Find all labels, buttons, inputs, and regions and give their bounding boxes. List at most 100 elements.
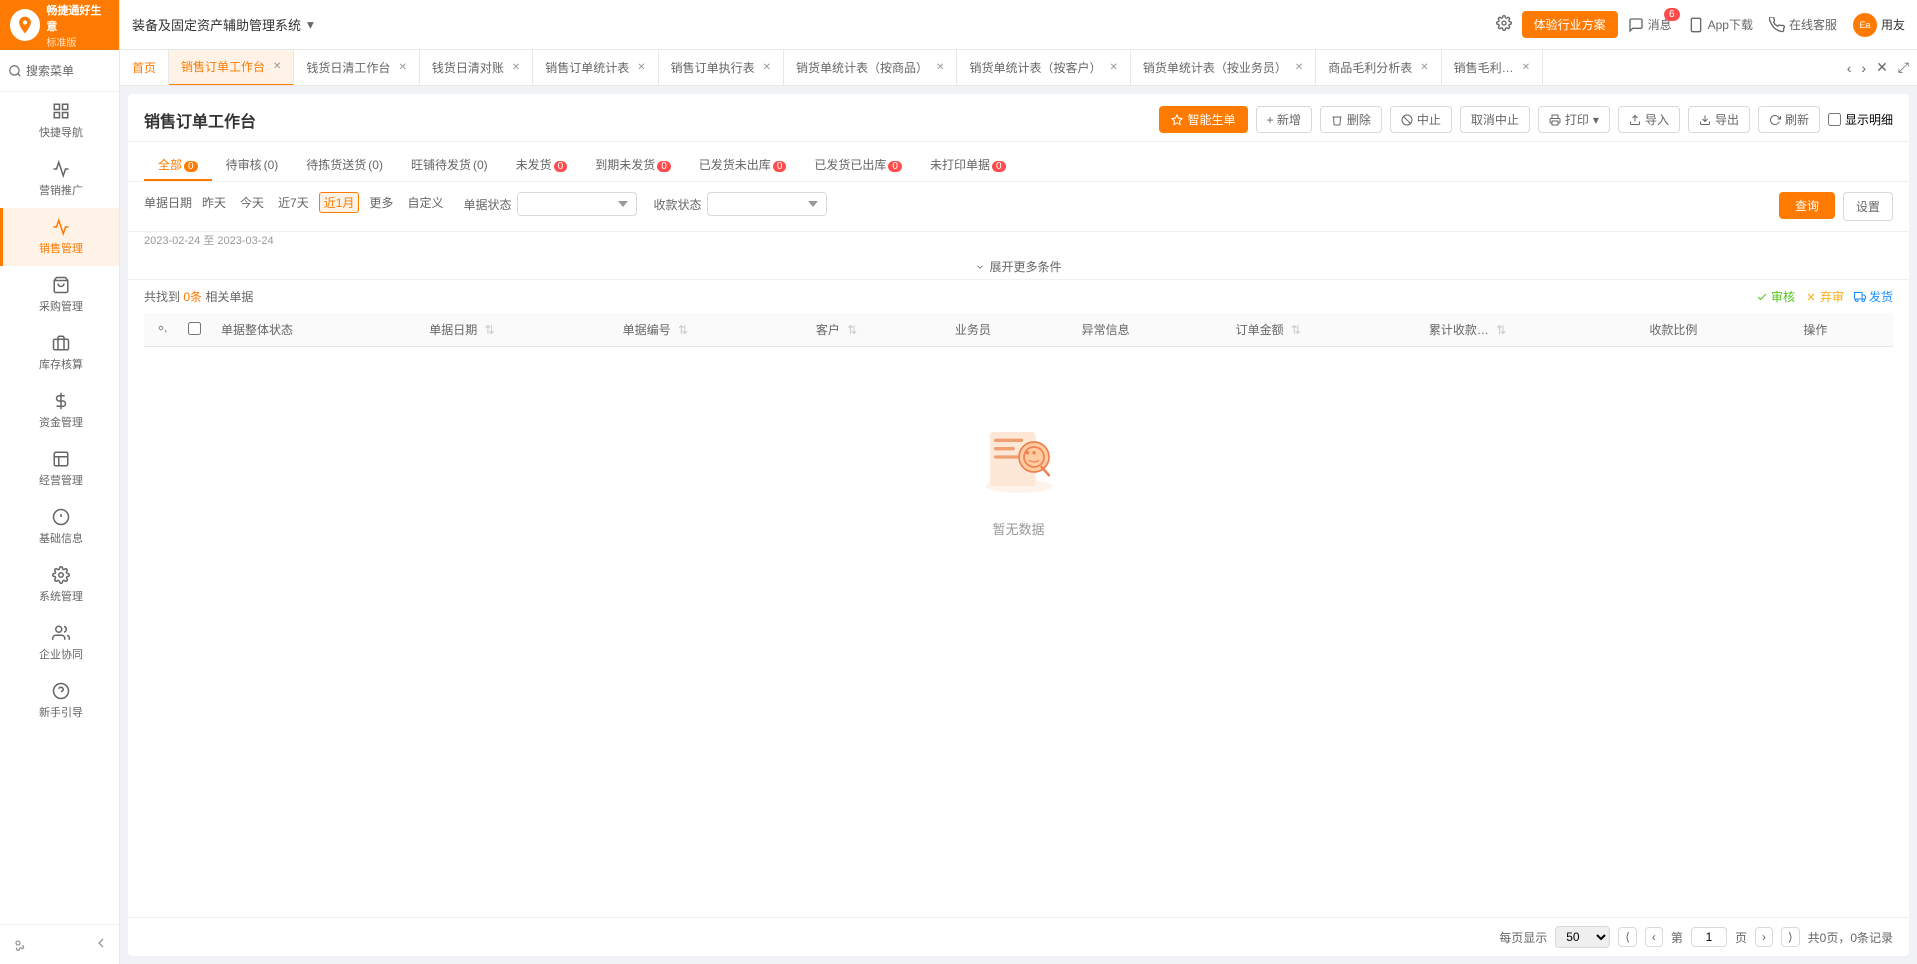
batch-ship-button[interactable]: 发货 (1854, 288, 1893, 305)
per-page-select[interactable]: 50 100 200 (1555, 926, 1610, 948)
next-page-button[interactable]: › (1755, 927, 1773, 947)
topbar-settings-button[interactable] (1496, 15, 1512, 34)
tab-close-sales-order[interactable]: ✕ (273, 61, 281, 72)
filter-setting-button[interactable]: 设置 (1843, 192, 1893, 221)
expand-conditions-button[interactable]: 展开更多条件 (975, 258, 1061, 275)
status-filter-select[interactable] (517, 192, 637, 216)
tab-close-cash-daily[interactable]: ✕ (398, 62, 406, 73)
first-page-button[interactable]: ⟨ (1618, 927, 1637, 947)
date-btn-7days[interactable]: 近7天 (274, 192, 313, 213)
tab-sales-gross[interactable]: 销售毛利… ✕ (1442, 50, 1543, 86)
sidebar-item-inventory[interactable]: 库存核算 (0, 324, 119, 382)
tab-by-staff[interactable]: 销货单统计表（按业务员） ✕ (1131, 50, 1316, 86)
sidebar-item-purchase[interactable]: 采购管理 (0, 266, 119, 324)
delete-button[interactable]: 删除 (1320, 106, 1382, 133)
add-button[interactable]: + 新增 (1256, 106, 1312, 133)
sidebar-item-sales[interactable]: 销售管理 (0, 208, 119, 266)
tab-scroll-right[interactable]: › (1857, 56, 1870, 80)
sidebar-item-operation[interactable]: 经营管理 (0, 440, 119, 498)
topbar-dropdown-button[interactable]: ▾ (307, 17, 314, 33)
sidebar-item-label: 营销推广 (39, 182, 83, 198)
date-btn-yesterday[interactable]: 昨天 (198, 192, 230, 213)
tab-sales-order[interactable]: 销售订单工作台 ✕ (169, 50, 294, 86)
tab-close-by-staff[interactable]: ✕ (1295, 62, 1303, 73)
date-btn-more[interactable]: 更多 (365, 192, 397, 213)
filter-tab-all[interactable]: 全部0 (144, 150, 212, 181)
tab-sales-stats[interactable]: 销售订单统计表 ✕ (533, 50, 658, 86)
cancel-stop-button[interactable]: 取消中止 (1460, 106, 1530, 133)
tab-maximize[interactable]: ⤢ (1894, 55, 1913, 80)
tab-close-by-customer[interactable]: ✕ (1109, 62, 1117, 73)
tab-close-gross-profit[interactable]: ✕ (1420, 62, 1428, 73)
export-button[interactable]: 导出 (1688, 106, 1750, 133)
tab-close-sales-exec[interactable]: ✕ (763, 62, 771, 73)
show-detail-input[interactable] (1828, 113, 1841, 126)
filter-tab-pending-inspect[interactable]: 待拣货送货(0) (292, 150, 397, 181)
date-btn-custom[interactable]: 自定义 (403, 192, 447, 213)
sidebar-item-enterprise[interactable]: 企业协同 (0, 614, 119, 672)
filter-tab-wangpu[interactable]: 旺铺待发货(0) (397, 150, 502, 181)
filter-tab-expired-ship[interactable]: 到期未发货0 (581, 150, 685, 181)
tab-close-all[interactable]: ✕ (1872, 55, 1892, 80)
message-button[interactable]: 消息 6 (1628, 16, 1672, 33)
sort-number-icon[interactable]: ⇅ (678, 323, 688, 337)
sidebar-item-quicknav[interactable]: 快捷导航 (0, 92, 119, 150)
tab-home[interactable]: 首页 (120, 50, 169, 86)
show-detail-checkbox[interactable]: 显示明细 (1828, 111, 1893, 128)
print-button[interactable]: 打印 ▾ (1538, 106, 1610, 133)
page-number-input[interactable] (1691, 927, 1727, 947)
sort-customer-icon[interactable]: ⇅ (847, 323, 857, 337)
th-amount[interactable]: 订单金额 ⇅ (1226, 313, 1419, 347)
sidebar-item-basic[interactable]: 基础信息 (0, 498, 119, 556)
th-check[interactable] (178, 313, 211, 347)
filter-tab-shipped-out[interactable]: 已发货已出库0 (800, 150, 916, 181)
import-button[interactable]: 导入 (1618, 106, 1680, 133)
tab-sales-exec[interactable]: 销售订单执行表 ✕ (659, 50, 784, 86)
tab-close-by-product[interactable]: ✕ (936, 62, 944, 73)
sort-date-icon[interactable]: ⇅ (485, 323, 495, 337)
tab-close-cash-reconcile[interactable]: ✕ (512, 62, 520, 73)
query-button[interactable]: 查询 (1779, 192, 1835, 219)
tab-cash-daily[interactable]: 钱货日清工作台 ✕ (294, 50, 419, 86)
payment-filter-select[interactable] (707, 192, 827, 216)
sort-amount-icon[interactable]: ⇅ (1291, 323, 1301, 337)
date-btn-1month[interactable]: 近1月 (319, 192, 360, 213)
tab-close-sales-stats[interactable]: ✕ (637, 62, 645, 73)
sidebar-item-marketing[interactable]: 营销推广 (0, 150, 119, 208)
prev-page-button[interactable]: ‹ (1645, 927, 1663, 947)
app-download-button[interactable]: App下载 (1688, 16, 1753, 33)
th-number[interactable]: 单据编号 ⇅ (613, 313, 806, 347)
search-menu-button[interactable]: 搜索菜单 (8, 58, 111, 83)
tab-gross-profit[interactable]: 商品毛利分析表 ✕ (1316, 50, 1441, 86)
user-profile-button[interactable]: Ea 用友 (1853, 13, 1905, 37)
sort-received-icon[interactable]: ⇅ (1496, 323, 1506, 337)
filter-tab-pending-audit[interactable]: 待审核(0) (212, 150, 293, 181)
last-page-button[interactable]: ⟩ (1781, 927, 1800, 947)
refresh-button[interactable]: 刷新 (1758, 106, 1820, 133)
filter-tab-not-printed[interactable]: 未打印单据0 (916, 150, 1020, 181)
sidebar-search-area[interactable]: 搜索菜单 (0, 50, 119, 92)
settings-footer-button[interactable] (10, 935, 26, 954)
tab-by-customer[interactable]: 销货单统计表（按客户） ✕ (957, 50, 1130, 86)
th-received[interactable]: 累计收款… ⇅ (1419, 313, 1639, 347)
filter-tab-not-shipped[interactable]: 未发货0 (502, 150, 582, 181)
tab-close-sales-gross[interactable]: ✕ (1522, 62, 1530, 73)
select-all-checkbox[interactable] (188, 322, 201, 335)
industry-solution-button[interactable]: 体验行业方案 (1522, 11, 1618, 38)
online-service-button[interactable]: 在线客服 (1769, 16, 1837, 33)
stop-button[interactable]: 中止 (1390, 106, 1452, 133)
batch-audit-button[interactable]: 审核 (1756, 288, 1795, 305)
sidebar-item-guide[interactable]: 新手引导 (0, 672, 119, 730)
sidebar-item-system[interactable]: 系统管理 (0, 556, 119, 614)
smart-create-button[interactable]: 智能生单 (1159, 106, 1247, 133)
date-btn-today[interactable]: 今天 (236, 192, 268, 213)
th-date[interactable]: 单据日期 ⇅ (419, 313, 612, 347)
tab-by-product[interactable]: 销货单统计表（按商品） ✕ (784, 50, 957, 86)
th-customer[interactable]: 客户 ⇅ (806, 313, 945, 347)
tab-cash-reconcile[interactable]: 钱货日清对账 ✕ (420, 50, 533, 86)
collapse-sidebar-button[interactable] (93, 935, 109, 954)
batch-unaudit-button[interactable]: 弃审 (1805, 288, 1844, 305)
tab-scroll-left[interactable]: ‹ (1843, 56, 1856, 80)
filter-tab-shipped-not-out[interactable]: 已发货未出库0 (685, 150, 801, 181)
sidebar-item-finance[interactable]: 资金管理 (0, 382, 119, 440)
